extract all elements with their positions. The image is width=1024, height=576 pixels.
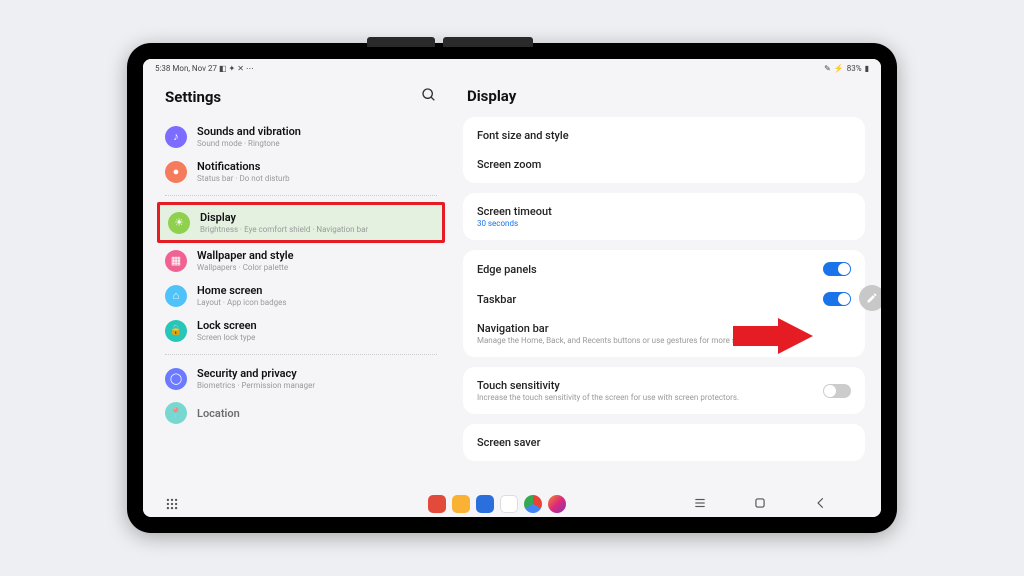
sidebar-item-label: Security and privacy (197, 367, 437, 380)
status-icons: ◧ ✦ ✕ ⋯ (219, 64, 254, 73)
edge-panels-toggle[interactable] (823, 262, 851, 276)
lock-icon: 🔒 (165, 320, 187, 342)
row-sub: Increase the touch sensitivity of the sc… (477, 393, 815, 402)
sidebar-item-label: Wallpaper and style (197, 249, 437, 262)
battery-text: 83% (847, 64, 862, 73)
row-screen-zoom[interactable]: Screen zoom (463, 150, 865, 179)
app-icon-2[interactable] (452, 495, 470, 513)
edge-panel-handle[interactable] (859, 285, 881, 311)
row-taskbar[interactable]: Taskbar (463, 284, 865, 314)
row-title: Font size and style (477, 129, 843, 142)
shield-icon: ◯ (165, 368, 187, 390)
pencil-icon (866, 292, 878, 304)
sidebar-item-sub: Brightness · Eye comfort shield · Naviga… (200, 225, 434, 234)
camera-notch (367, 37, 533, 47)
search-icon (421, 87, 437, 103)
divider (165, 195, 437, 196)
sidebar-item-sub: Screen lock type (197, 333, 437, 342)
tablet-frame: 5:38 Mon, Nov 27 ◧ ✦ ✕ ⋯ ✎ ⚡ 83% ▮ Setti… (127, 43, 897, 533)
row-title: Screen timeout (477, 205, 843, 218)
panel-title: Display (463, 83, 865, 117)
sidebar-item-label: Notifications (197, 160, 437, 173)
sidebar-item-display[interactable]: ☀ Display Brightness · Eye comfort shiel… (164, 207, 438, 238)
row-value: 30 seconds (477, 219, 843, 228)
sidebar-item-security[interactable]: ◯ Security and privacy Biometrics · Perm… (157, 361, 445, 396)
app-icon-4[interactable] (500, 495, 518, 513)
card-group: Screen saver (463, 424, 865, 461)
card-group: Font size and style Screen zoom (463, 117, 865, 183)
row-screen-saver[interactable]: Screen saver (463, 428, 865, 457)
divider (165, 354, 437, 355)
sidebar-item-label: Lock screen (197, 319, 437, 332)
settings-sidebar: Settings ♪ Sounds and vibration Sound mo… (143, 77, 453, 517)
app-icon-chrome[interactable] (524, 495, 542, 513)
navigation-bar (143, 491, 881, 517)
display-panel: Display Font size and style Screen zoom … (453, 77, 881, 517)
bolt-icon: ⚡ (834, 64, 844, 73)
taskbar-toggle[interactable] (823, 292, 851, 306)
apps-button[interactable] (165, 497, 179, 511)
row-title: Taskbar (477, 293, 815, 306)
back-button[interactable] (814, 495, 828, 514)
battery-icon: ▮ (865, 64, 869, 73)
sidebar-item-sub: Layout · App icon badges (197, 298, 437, 307)
sidebar-item-sub: Biometrics · Permission manager (197, 381, 437, 390)
app-icon-calendar[interactable] (476, 495, 494, 513)
sidebar-item-label: Sounds and vibration (197, 125, 437, 138)
row-font-size[interactable]: Font size and style (463, 121, 865, 150)
sidebar-item-label: Display (200, 211, 434, 224)
card-group: Touch sensitivity Increase the touch sen… (463, 367, 865, 414)
search-button[interactable] (421, 87, 437, 107)
palette-icon: ▦ (165, 250, 187, 272)
sidebar-item-location[interactable]: 📍 Location (157, 396, 445, 430)
row-title: Screen saver (477, 436, 843, 449)
row-edge-panels[interactable]: Edge panels (463, 254, 865, 284)
sidebar-item-wallpaper[interactable]: ▦ Wallpaper and style Wallpapers · Color… (157, 243, 445, 278)
highlight-annotation: ☀ Display Brightness · Eye comfort shiel… (157, 202, 445, 243)
location-icon: 📍 (165, 402, 187, 424)
row-screen-timeout[interactable]: Screen timeout 30 seconds (463, 197, 865, 236)
row-title: Screen zoom (477, 158, 843, 171)
sidebar-item-sub: Wallpapers · Color palette (197, 263, 437, 272)
home-icon: ⌂ (165, 285, 187, 307)
sun-icon: ☀ (168, 212, 190, 234)
arrow-annotation (733, 318, 813, 358)
status-right: ✎ ⚡ 83% ▮ (824, 64, 869, 73)
status-left: 5:38 Mon, Nov 27 ◧ ✦ ✕ ⋯ (155, 64, 254, 73)
touch-sensitivity-toggle[interactable] (823, 384, 851, 398)
sidebar-item-lock-screen[interactable]: 🔒 Lock screen Screen lock type (157, 313, 445, 348)
recents-button[interactable] (693, 495, 707, 514)
status-bar: 5:38 Mon, Nov 27 ◧ ✦ ✕ ⋯ ✎ ⚡ 83% ▮ (143, 59, 881, 77)
home-button[interactable] (753, 495, 767, 514)
sidebar-item-sub: Sound mode · Ringtone (197, 139, 437, 148)
status-time-date: 5:38 Mon, Nov 27 (155, 64, 219, 73)
row-title: Touch sensitivity (477, 379, 815, 392)
sidebar-item-label: Home screen (197, 284, 437, 297)
sidebar-item-notifications[interactable]: ● Notifications Status bar · Do not dist… (157, 154, 445, 189)
bell-icon: ● (165, 161, 187, 183)
sidebar-item-home-screen[interactable]: ⌂ Home screen Layout · App icon badges (157, 278, 445, 313)
sound-icon: ♪ (165, 126, 187, 148)
app-icon-6[interactable] (548, 495, 566, 513)
sidebar-item-label: Location (197, 407, 437, 420)
sidebar-item-sounds[interactable]: ♪ Sounds and vibration Sound mode · Ring… (157, 119, 445, 154)
card-group: Screen timeout 30 seconds (463, 193, 865, 240)
pen-icon: ✎ (824, 64, 831, 73)
screen: 5:38 Mon, Nov 27 ◧ ✦ ✕ ⋯ ✎ ⚡ 83% ▮ Setti… (143, 59, 881, 517)
page-title: Settings (165, 88, 221, 106)
row-title: Edge panels (477, 263, 815, 276)
sidebar-item-sub: Status bar · Do not disturb (197, 174, 437, 183)
app-icon-1[interactable] (428, 495, 446, 513)
row-touch-sensitivity[interactable]: Touch sensitivity Increase the touch sen… (463, 371, 865, 410)
